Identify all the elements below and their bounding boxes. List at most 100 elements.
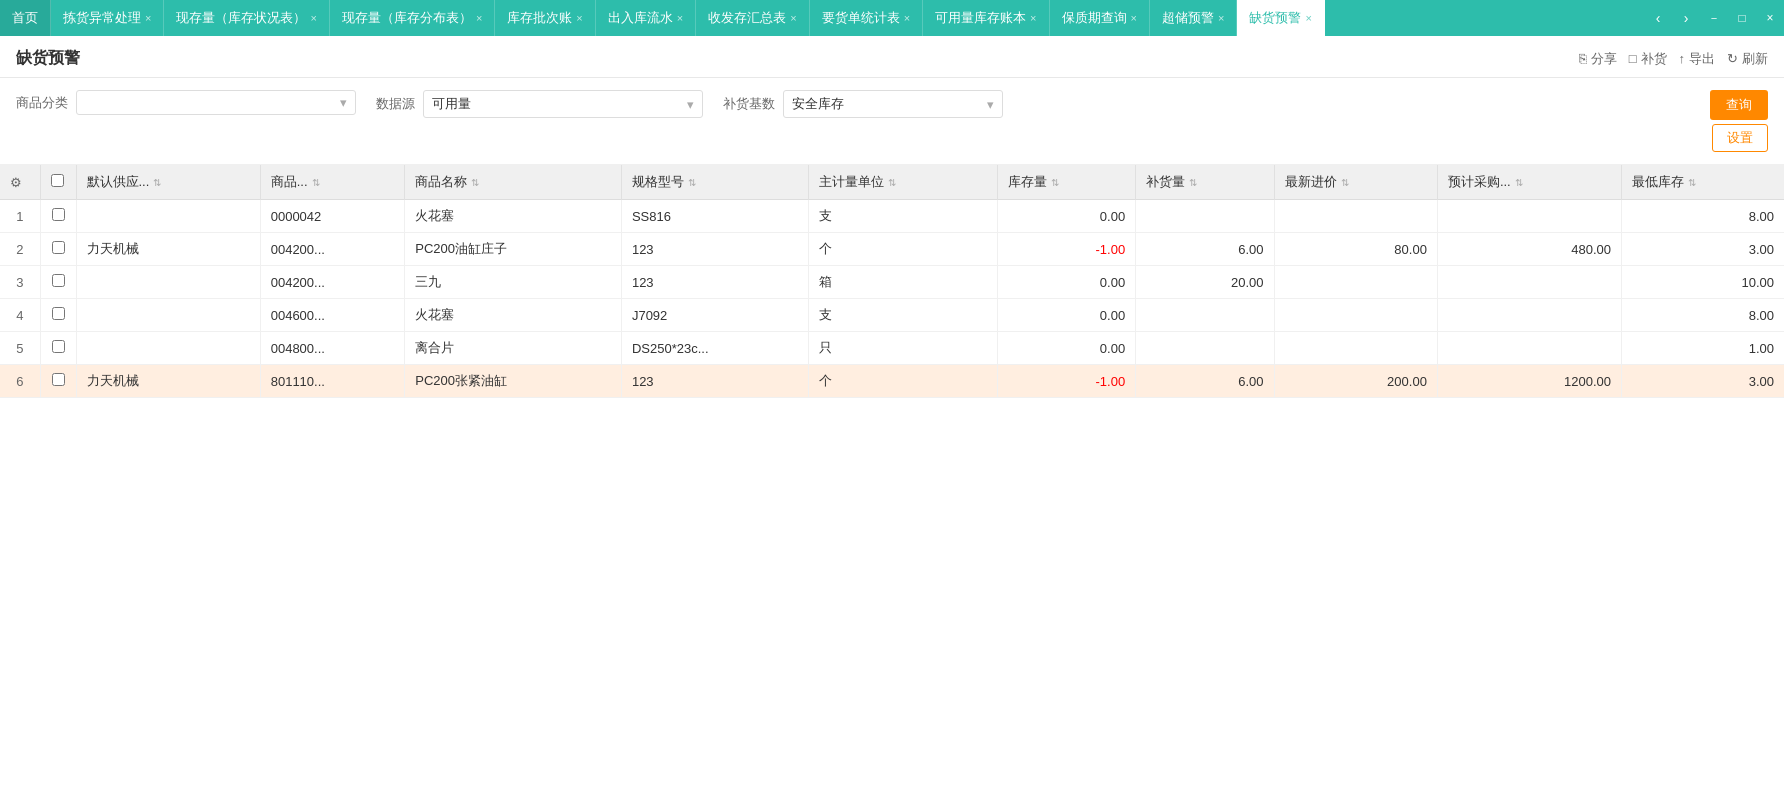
default-supplier-cell: 力天机械 (76, 365, 260, 398)
stock-cell: 0.00 (997, 266, 1135, 299)
query-button[interactable]: 查询 (1710, 90, 1768, 120)
tab-close-9[interactable]: × (1131, 12, 1137, 24)
filter-area: 商品分类 ▾ 数据源 可用量 ▾ 补货基数 安全库存 ▾ 查询 设置 (0, 78, 1784, 165)
sort-icon-replenish-qty[interactable]: ⇅ (1189, 177, 1197, 188)
tab-close-6[interactable]: × (790, 12, 796, 24)
select-all-checkbox[interactable] (51, 174, 64, 187)
tab-close-11[interactable]: × (1305, 12, 1311, 24)
tab-item-9[interactable]: 保质期查询× (1050, 0, 1150, 36)
tab-item-11[interactable]: 缺货预警 × (1237, 0, 1324, 36)
main-content: 缺货预警 ⎘ 分享 □ 补货 ↑ 导出 ↻ 刷新 商品分类 (0, 36, 1784, 796)
tab-item-1[interactable]: 拣货异常处理× (51, 0, 164, 36)
latest-price-cell (1274, 332, 1437, 365)
share-button[interactable]: ⎘ 分享 (1579, 50, 1617, 68)
window-close-btn[interactable]: × (1756, 0, 1784, 36)
replenish-base-select[interactable]: 安全库存 ▾ (783, 90, 1003, 118)
row-checkbox-cell (40, 332, 76, 365)
settings-button[interactable]: 设置 (1712, 124, 1768, 152)
tab-close-8[interactable]: × (1030, 12, 1036, 24)
row-checkbox[interactable] (52, 307, 65, 320)
tab-item-2[interactable]: 现存量（库存状况表）× (164, 0, 329, 36)
datasource-label: 数据源 (376, 95, 415, 113)
sort-icon-spec[interactable]: ⇅ (688, 177, 696, 188)
tab-item-5[interactable]: 出入库流水 × (596, 0, 696, 36)
row-checkbox[interactable] (52, 241, 65, 254)
product-name-cell: PC200油缸庄子 (405, 233, 622, 266)
estimated-purchase-cell (1437, 200, 1621, 233)
table-row: 3004200...三九123箱0.0020.0010.00 (0, 266, 1784, 299)
replenish-qty-cell (1136, 200, 1274, 233)
tab-item-6[interactable]: 收发存汇总表 × (696, 0, 809, 36)
gear-icon[interactable]: ⚙ (10, 175, 22, 190)
th-stock[interactable]: 库存量 ⇅ (997, 165, 1135, 200)
window-min-btn[interactable]: － (1700, 0, 1728, 36)
th-product-name[interactable]: 商品名称 ⇅ (405, 165, 622, 200)
datasource-select[interactable]: 可用量 ▾ (423, 90, 703, 118)
table-row: 6力天机械801110...PC200张紧油缸123个-1.006.00200.… (0, 365, 1784, 398)
sort-icon-latest-price[interactable]: ⇅ (1341, 177, 1349, 188)
tab-label-8: 可用量库存账本 (935, 9, 1026, 27)
export-button[interactable]: ↑ 导出 (1679, 50, 1716, 68)
refresh-icon: ↻ (1727, 51, 1738, 66)
product-name-cell: 火花塞 (405, 299, 622, 332)
th-latest-price[interactable]: 最新进价 ⇅ (1274, 165, 1437, 200)
category-label: 商品分类 (16, 94, 68, 112)
th-product-code[interactable]: 商品... ⇅ (260, 165, 405, 200)
sort-icon-min-stock[interactable]: ⇅ (1688, 177, 1696, 188)
tab-label-4: 库存批次账 (507, 9, 572, 27)
product-name-cell: 三九 (405, 266, 622, 299)
tab-item-7[interactable]: 要货单统计表× (810, 0, 923, 36)
unit-cell: 个 (809, 365, 997, 398)
sort-icon-stock[interactable]: ⇅ (1051, 177, 1059, 188)
tab-close-10[interactable]: × (1218, 12, 1224, 24)
sort-icon-supplier[interactable]: ⇅ (153, 177, 161, 188)
sort-icon-code[interactable]: ⇅ (312, 177, 320, 188)
tab-item-8[interactable]: 可用量库存账本 × (923, 0, 1049, 36)
table-container: ⚙ 默认供应... ⇅ 商品... ⇅ (0, 165, 1784, 398)
table-row: 2力天机械004200...PC200油缸庄子123个-1.006.0080.0… (0, 233, 1784, 266)
row-checkbox[interactable] (52, 274, 65, 287)
tab-label-6: 收发存汇总表 (708, 9, 786, 27)
th-replenish-qty[interactable]: 补货量 ⇅ (1136, 165, 1274, 200)
latest-price-cell: 200.00 (1274, 365, 1437, 398)
table-row: 5004800...离合片DS250*23c...只0.001.00 (0, 332, 1784, 365)
tab-next-btn[interactable]: › (1672, 0, 1700, 36)
replenish-button[interactable]: □ 补货 (1629, 50, 1667, 68)
tab-close-4[interactable]: × (576, 12, 582, 24)
tab-close-3[interactable]: × (476, 12, 482, 24)
refresh-button[interactable]: ↻ 刷新 (1727, 50, 1768, 68)
replenish-qty-cell: 6.00 (1136, 233, 1274, 266)
sort-icon-name[interactable]: ⇅ (471, 177, 479, 188)
tab-label-5: 出入库流水 (608, 9, 673, 27)
tab-close-5[interactable]: × (677, 12, 683, 24)
tab-item-10[interactable]: 超储预警× (1150, 0, 1237, 36)
th-unit[interactable]: 主计量单位 ⇅ (809, 165, 997, 200)
tab-label-3: 现存量（库存分布表） (342, 9, 472, 27)
th-default-supplier[interactable]: 默认供应... ⇅ (76, 165, 260, 200)
sort-icon-estimated[interactable]: ⇅ (1515, 177, 1523, 188)
tab-prev-btn[interactable]: ‹ (1644, 0, 1672, 36)
filter-group-category: 商品分类 ▾ (16, 90, 356, 115)
replenish-qty-cell: 6.00 (1136, 365, 1274, 398)
row-checkbox[interactable] (52, 373, 65, 386)
category-select[interactable]: ▾ (76, 90, 356, 115)
tab-close-1[interactable]: × (145, 12, 151, 24)
tab-item-0[interactable]: 首页 (0, 0, 51, 36)
tab-item-4[interactable]: 库存批次账 × (495, 0, 595, 36)
min-stock-cell: 8.00 (1622, 200, 1784, 233)
sort-icon-unit[interactable]: ⇅ (888, 177, 896, 188)
estimated-purchase-cell: 480.00 (1437, 233, 1621, 266)
row-num: 6 (0, 365, 40, 398)
window-restore-btn[interactable]: □ (1728, 0, 1756, 36)
tab-item-3[interactable]: 现存量（库存分布表） × (330, 0, 495, 36)
min-stock-cell: 1.00 (1622, 332, 1784, 365)
row-checkbox[interactable] (52, 208, 65, 221)
th-min-stock[interactable]: 最低库存 ⇅ (1622, 165, 1784, 200)
tab-close-2[interactable]: × (310, 12, 316, 24)
spec-cell: 123 (621, 233, 809, 266)
tab-label-11: 缺货预警 (1249, 9, 1301, 27)
th-spec[interactable]: 规格型号 ⇅ (621, 165, 809, 200)
tab-close-7[interactable]: × (904, 12, 910, 24)
th-estimated-purchase[interactable]: 预计采购... ⇅ (1437, 165, 1621, 200)
row-checkbox[interactable] (52, 340, 65, 353)
